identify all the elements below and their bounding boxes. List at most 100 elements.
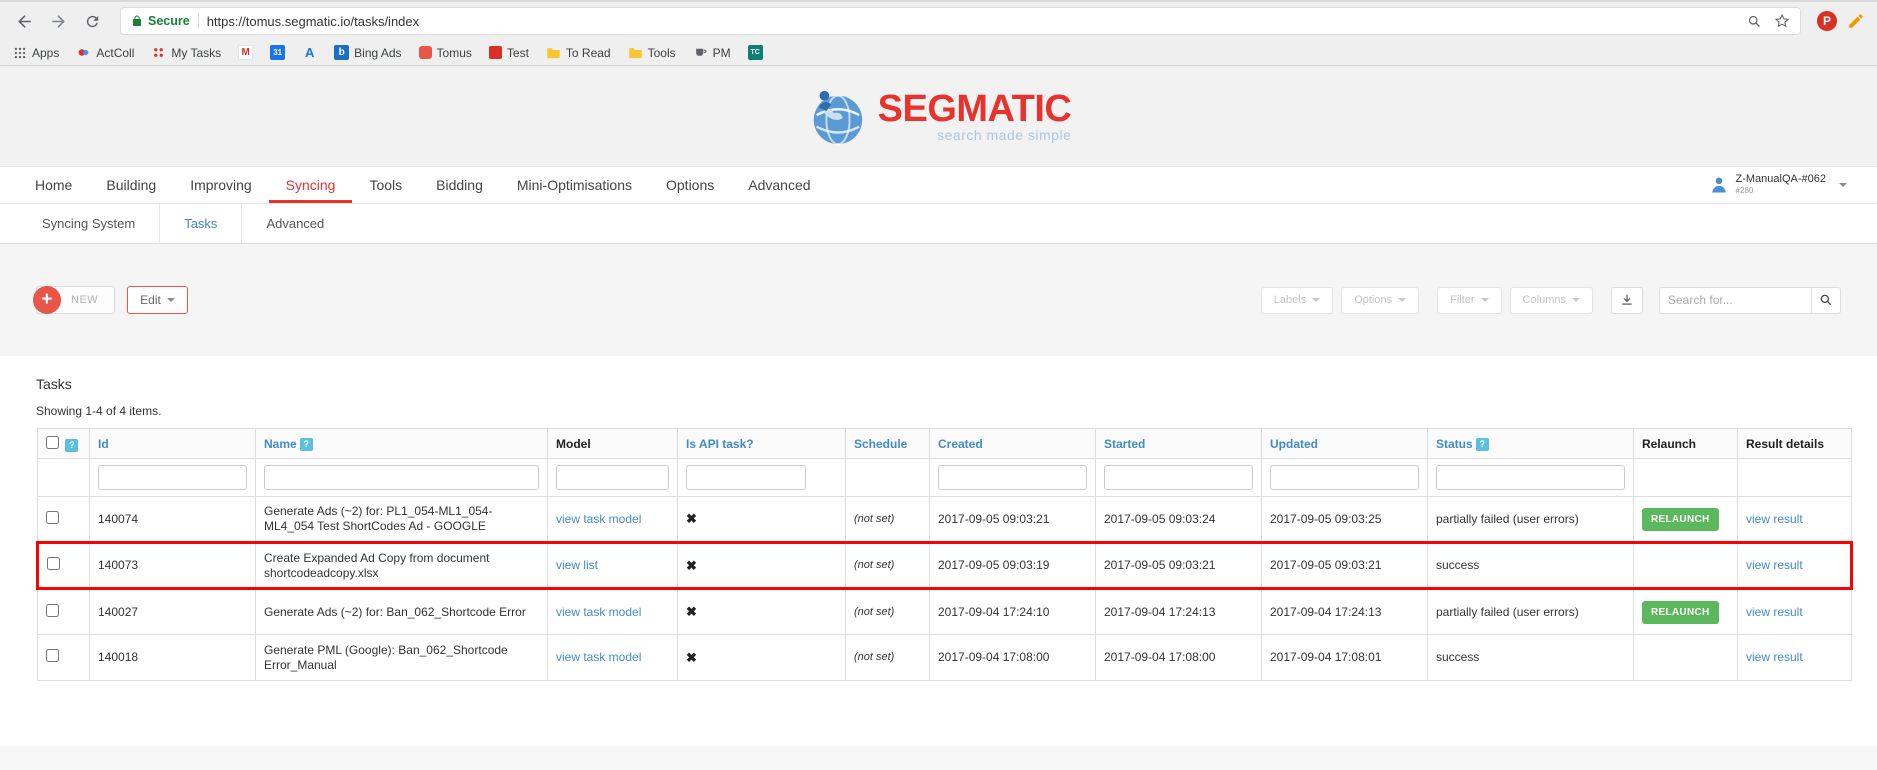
- chevron-down-icon: [1572, 298, 1580, 302]
- sort-name-link[interactable]: Name: [264, 437, 297, 451]
- nav-building[interactable]: Building: [89, 167, 173, 203]
- new-button[interactable]: + NEW: [33, 286, 116, 314]
- edit-dropdown-button[interactable]: Edit: [127, 286, 188, 314]
- bookmark-tomus[interactable]: Tomus: [418, 46, 472, 60]
- lock-icon: [131, 14, 143, 28]
- options-dropdown-button[interactable]: Options: [1341, 286, 1420, 314]
- row-checkbox[interactable]: [46, 603, 59, 617]
- view-task-model-link[interactable]: view task model: [556, 512, 641, 526]
- coffee-icon: [693, 45, 708, 60]
- nav-bidding[interactable]: Bidding: [419, 167, 500, 203]
- labels-dropdown-button[interactable]: Labels: [1260, 286, 1334, 314]
- bookmark-test[interactable]: Test: [488, 46, 529, 60]
- filter-model-input[interactable]: [556, 465, 669, 490]
- sort-api-link[interactable]: Is API task?: [686, 437, 754, 451]
- table-row: 140018 Generate PML (Google): Ban_062_Sh…: [37, 634, 1852, 681]
- bookmark-apps[interactable]: Apps: [12, 45, 59, 60]
- bookmark-tc[interactable]: TC: [747, 45, 763, 60]
- sort-status-link[interactable]: Status: [1436, 437, 1473, 451]
- bookmark-gmail[interactable]: M: [238, 45, 254, 60]
- forward-icon[interactable]: [46, 9, 70, 33]
- tomus-icon: [418, 46, 432, 59]
- cell-name: Generate Ads (~2) for: PL1_054-ML1_054-M…: [255, 496, 548, 543]
- user-menu[interactable]: Z-ManualQA-#062 #280: [1709, 167, 1847, 203]
- x-mark-icon: ✖: [686, 557, 697, 573]
- filter-name-input[interactable]: [264, 465, 539, 490]
- zoom-icon[interactable]: [1747, 14, 1762, 29]
- bookmark-tools[interactable]: Tools: [628, 45, 676, 60]
- cell-created: 2017-09-04 17:08:00: [929, 634, 1096, 681]
- nav-options[interactable]: Options: [649, 167, 731, 203]
- subnav-syncing-system[interactable]: Syncing System: [18, 204, 161, 243]
- nav-syncing[interactable]: Syncing: [269, 167, 353, 203]
- bookmark-to-read[interactable]: To Read: [546, 45, 611, 60]
- back-icon[interactable]: [12, 9, 36, 33]
- bookmark-calendar[interactable]: 31: [270, 45, 286, 60]
- nav-tools[interactable]: Tools: [352, 167, 419, 203]
- chevron-down-icon: [166, 298, 175, 302]
- reload-icon[interactable]: [80, 9, 104, 33]
- relaunch-button[interactable]: RELAUNCH: [1642, 600, 1719, 624]
- bookmark-analytics[interactable]: A: [302, 45, 317, 60]
- cell-schedule: (not set): [845, 541, 930, 590]
- view-result-link[interactable]: view result: [1746, 558, 1803, 572]
- filter-api-input[interactable]: [686, 465, 806, 490]
- cell-name: Generate Ads (~2) for: Ban_062_Shortcode…: [255, 588, 548, 635]
- row-checkbox[interactable]: [46, 649, 59, 662]
- sort-started-link[interactable]: Started: [1104, 437, 1145, 451]
- subnav-tasks[interactable]: Tasks: [160, 204, 243, 243]
- view-list-link[interactable]: view list: [556, 558, 598, 572]
- secure-label: Secure: [148, 14, 190, 28]
- filter-dropdown-button[interactable]: Filter: [1437, 286, 1502, 314]
- extension-p-icon[interactable]: P: [1817, 11, 1837, 31]
- nav-improving[interactable]: Improving: [173, 167, 268, 203]
- help-icon[interactable]: ?: [65, 438, 79, 452]
- relaunch-button[interactable]: RELAUNCH: [1642, 507, 1719, 531]
- search-input[interactable]: [1659, 286, 1811, 314]
- filter-status-input[interactable]: [1436, 465, 1625, 490]
- extension-pencil-icon[interactable]: [1847, 12, 1865, 30]
- view-result-link[interactable]: view result: [1746, 650, 1803, 664]
- cell-status: partially failed (user errors): [1427, 588, 1634, 635]
- main-nav: Home Building Improving Syncing Tools Bi…: [0, 166, 1877, 204]
- download-button[interactable]: [1611, 286, 1643, 314]
- filter-id-input[interactable]: [98, 465, 247, 490]
- cell-schedule: (not set): [845, 634, 930, 681]
- nav-mini-optimisations[interactable]: Mini-Optimisations: [500, 167, 649, 203]
- filter-started-input[interactable]: [1104, 465, 1253, 490]
- subnav-advanced[interactable]: Advanced: [242, 204, 348, 243]
- column-model: Model: [556, 436, 591, 451]
- columns-dropdown-button[interactable]: Columns: [1509, 286, 1593, 314]
- sort-id-link[interactable]: Id: [98, 437, 109, 451]
- nav-advanced[interactable]: Advanced: [731, 167, 827, 203]
- bookmark-star-icon[interactable]: [1774, 13, 1790, 29]
- bookmark-actcoll[interactable]: ActColl: [76, 45, 134, 60]
- help-icon[interactable]: ?: [1475, 437, 1489, 451]
- sort-created-link[interactable]: Created: [938, 437, 983, 451]
- filter-updated-input[interactable]: [1270, 465, 1419, 490]
- url-text: https://tomus.segmatic.io/tasks/index: [206, 13, 420, 29]
- row-checkbox[interactable]: [47, 557, 60, 570]
- select-all-checkbox[interactable]: [46, 435, 59, 449]
- sort-updated-link[interactable]: Updated: [1270, 437, 1318, 451]
- cell-created: 2017-09-04 17:24:10: [929, 588, 1096, 635]
- table-header-row: ? Id Name? Model Is API task? Schedule C…: [37, 428, 1852, 459]
- nav-home[interactable]: Home: [18, 167, 89, 203]
- search-button[interactable]: [1811, 286, 1841, 314]
- view-task-model-link[interactable]: view task model: [556, 650, 641, 664]
- row-checkbox[interactable]: [46, 510, 59, 524]
- view-task-model-link[interactable]: view task model: [556, 605, 641, 619]
- bookmark-pm[interactable]: PM: [693, 45, 731, 60]
- view-result-link[interactable]: view result: [1746, 512, 1803, 526]
- chevron-down-icon: [1398, 298, 1407, 302]
- cell-updated: 2017-09-04 17:08:01: [1261, 634, 1428, 681]
- help-icon[interactable]: ?: [299, 437, 313, 451]
- view-result-link[interactable]: view result: [1746, 605, 1803, 619]
- cell-started: 2017-09-04 17:24:13: [1095, 588, 1262, 635]
- bookmark-my-tasks[interactable]: My Tasks: [151, 45, 221, 60]
- bookmark-bing-ads[interactable]: b Bing Ads: [334, 45, 402, 60]
- segmatic-logo: SEGMATIC search made simple: [806, 85, 1072, 147]
- filter-created-input[interactable]: [938, 465, 1087, 490]
- address-bar[interactable]: Secure https://tomus.segmatic.io/tasks/i…: [120, 7, 1801, 35]
- sort-schedule-link[interactable]: Schedule: [854, 437, 907, 451]
